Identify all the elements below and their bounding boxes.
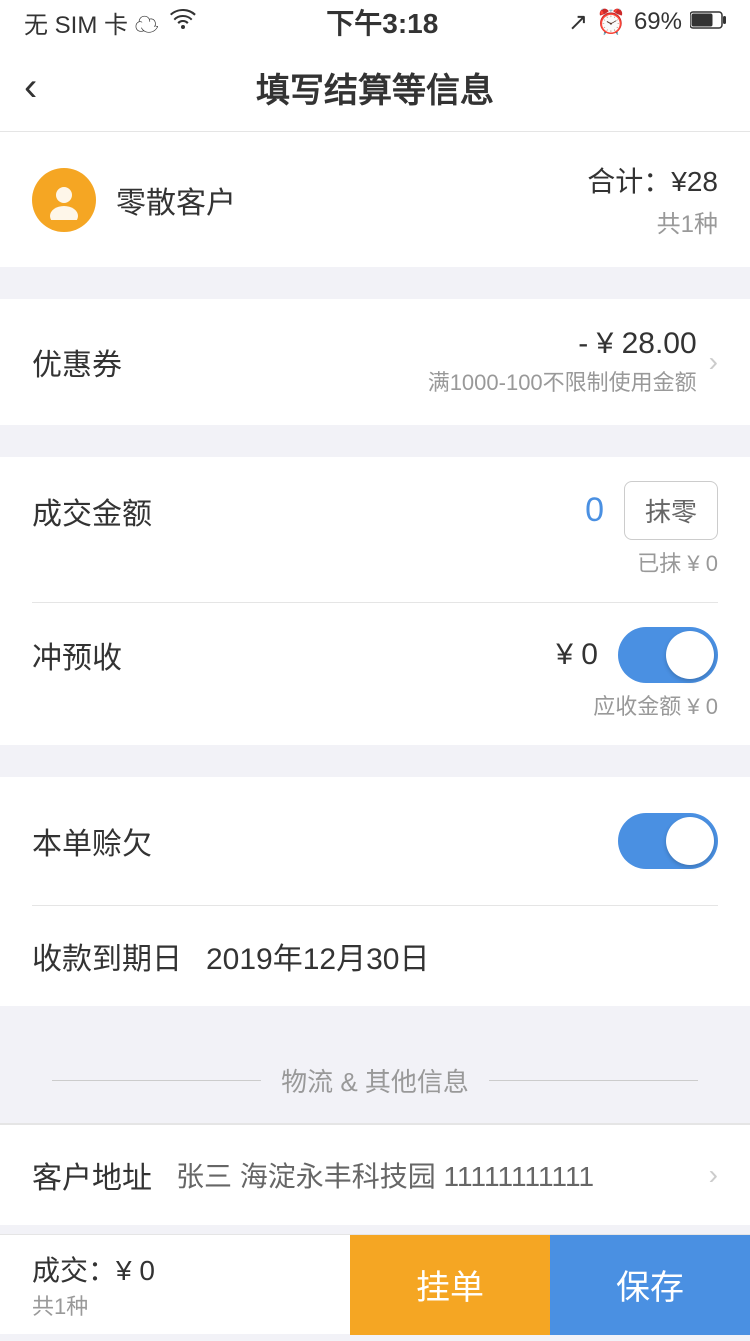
avatar xyxy=(32,168,96,232)
bottom-info: 成交：¥ 0 共1种 xyxy=(0,1249,350,1321)
coupon-label: 优惠券 xyxy=(32,340,122,384)
debt-label: 本单赊欠 xyxy=(32,819,152,863)
address-value: 张三 海淀永丰科技园 11111111111 xyxy=(176,1155,709,1195)
total-count: 共1种 xyxy=(587,204,718,239)
deal-sub-line: 已抹 ¥ 0 xyxy=(32,546,718,578)
prepay-main-line: 冲预收 ¥ 0 xyxy=(32,627,718,683)
customer-total: 合计：¥28 共1种 xyxy=(587,160,718,239)
coupon-row[interactable]: 优惠券 - ¥ 28.00 满1000-100不限制使用金额 › xyxy=(0,299,750,425)
alarm-icon: ⏰ xyxy=(596,8,626,37)
debt-section: 本单赊欠 收款到期日 2019年12月30日 xyxy=(0,777,750,1006)
back-button[interactable]: ‹ xyxy=(24,65,37,110)
page-title: 填写结算等信息 xyxy=(256,63,494,112)
section-divider-1 xyxy=(0,283,750,299)
prepay-toggle[interactable] xyxy=(618,627,718,683)
deal-main-line: 成交金额 抹零 xyxy=(32,481,718,540)
prepay-receivable: 应收金额 ¥ 0 xyxy=(593,689,718,721)
status-left: 无 SIM 卡 ☁ xyxy=(24,5,197,40)
bottom-deal-text: 成交：¥ 0 xyxy=(32,1249,318,1289)
prepay-sub-line: 应收金额 ¥ 0 xyxy=(32,689,718,721)
section-divider-2 xyxy=(0,441,750,457)
address-chevron-icon: › xyxy=(709,1159,718,1191)
logistics-header: 物流 & 其他信息 xyxy=(0,1038,750,1123)
rounding-button[interactable]: 抹零 xyxy=(624,481,718,540)
prepay-row: 冲预收 ¥ 0 应收金额 ¥ 0 xyxy=(0,603,750,745)
address-row[interactable]: 客户地址 张三 海淀永丰科技园 11111111111 › xyxy=(0,1125,750,1225)
prepay-amount: ¥ 0 xyxy=(556,638,598,672)
debt-toggle-knob xyxy=(666,817,714,865)
deal-sub-text: 已抹 ¥ 0 xyxy=(637,546,718,578)
battery-text: 69% xyxy=(634,8,682,36)
bottom-deal-value: ¥ 0 xyxy=(116,1255,155,1286)
customer-section: 零散客户 合计：¥28 共1种 xyxy=(0,132,750,267)
nav-bar: ‹ 填写结算等信息 xyxy=(0,44,750,132)
status-bar: 无 SIM 卡 ☁ 下午3:18 ↗ ⏰ 69% xyxy=(0,0,750,44)
due-date-value: 2019年12月30日 xyxy=(206,934,429,978)
bottom-count: 共1种 xyxy=(32,1289,318,1321)
chevron-right-icon: › xyxy=(709,346,718,378)
status-right: ↗ ⏰ 69% xyxy=(568,8,726,37)
total-amount: 合计：¥28 xyxy=(587,160,718,200)
coupon-amount: - ¥ 28.00 xyxy=(428,327,697,361)
debt-row: 本单赊欠 xyxy=(0,777,750,905)
deal-row: 成交金额 抹零 已抹 ¥ 0 xyxy=(0,457,750,602)
deal-right: 抹零 xyxy=(524,481,718,540)
battery-icon xyxy=(690,8,726,36)
due-date-row: 收款到期日 2019年12月30日 xyxy=(0,906,750,1006)
section-divider-4 xyxy=(0,1022,750,1038)
no-sim-text: 无 SIM 卡 ☁ xyxy=(24,5,159,40)
customer-left: 零散客户 xyxy=(32,168,236,232)
location-icon: ↗ xyxy=(568,8,588,37)
save-button[interactable]: 保存 xyxy=(550,1235,750,1335)
coupon-section: 优惠券 - ¥ 28.00 满1000-100不限制使用金额 › xyxy=(0,299,750,425)
debt-toggle[interactable] xyxy=(618,813,718,869)
bottom-deal-label: 成交： xyxy=(32,1255,116,1286)
deal-label: 成交金额 xyxy=(32,489,152,533)
hold-button[interactable]: 挂单 xyxy=(350,1235,550,1335)
coupon-discount: - ¥ 28.00 满1000-100不限制使用金额 xyxy=(428,327,697,397)
prepay-label: 冲预收 xyxy=(32,633,122,677)
coupon-right: - ¥ 28.00 满1000-100不限制使用金额 › xyxy=(428,327,718,397)
toggle-knob xyxy=(666,631,714,679)
customer-row: 零散客户 合计：¥28 共1种 xyxy=(0,132,750,267)
deal-amount-input[interactable] xyxy=(524,491,604,530)
address-section: 客户地址 张三 海淀永丰科技园 11111111111 › xyxy=(0,1125,750,1225)
prepay-right: ¥ 0 xyxy=(556,627,718,683)
deal-section: 成交金额 抹零 已抹 ¥ 0 冲预收 ¥ 0 应收金额 ¥ 0 xyxy=(0,457,750,745)
address-label: 客户地址 xyxy=(32,1153,152,1197)
due-date-label: 收款到期日 xyxy=(32,934,182,978)
section-divider-3 xyxy=(0,761,750,777)
wifi-icon xyxy=(169,8,197,36)
customer-name: 零散客户 xyxy=(116,178,236,222)
status-time: 下午3:18 xyxy=(326,2,438,42)
coupon-desc: 满1000-100不限制使用金额 xyxy=(428,365,697,397)
bottom-bar: 成交：¥ 0 共1种 挂单 保存 xyxy=(0,1234,750,1334)
logistics-title: 物流 & 其他信息 xyxy=(281,1062,469,1099)
